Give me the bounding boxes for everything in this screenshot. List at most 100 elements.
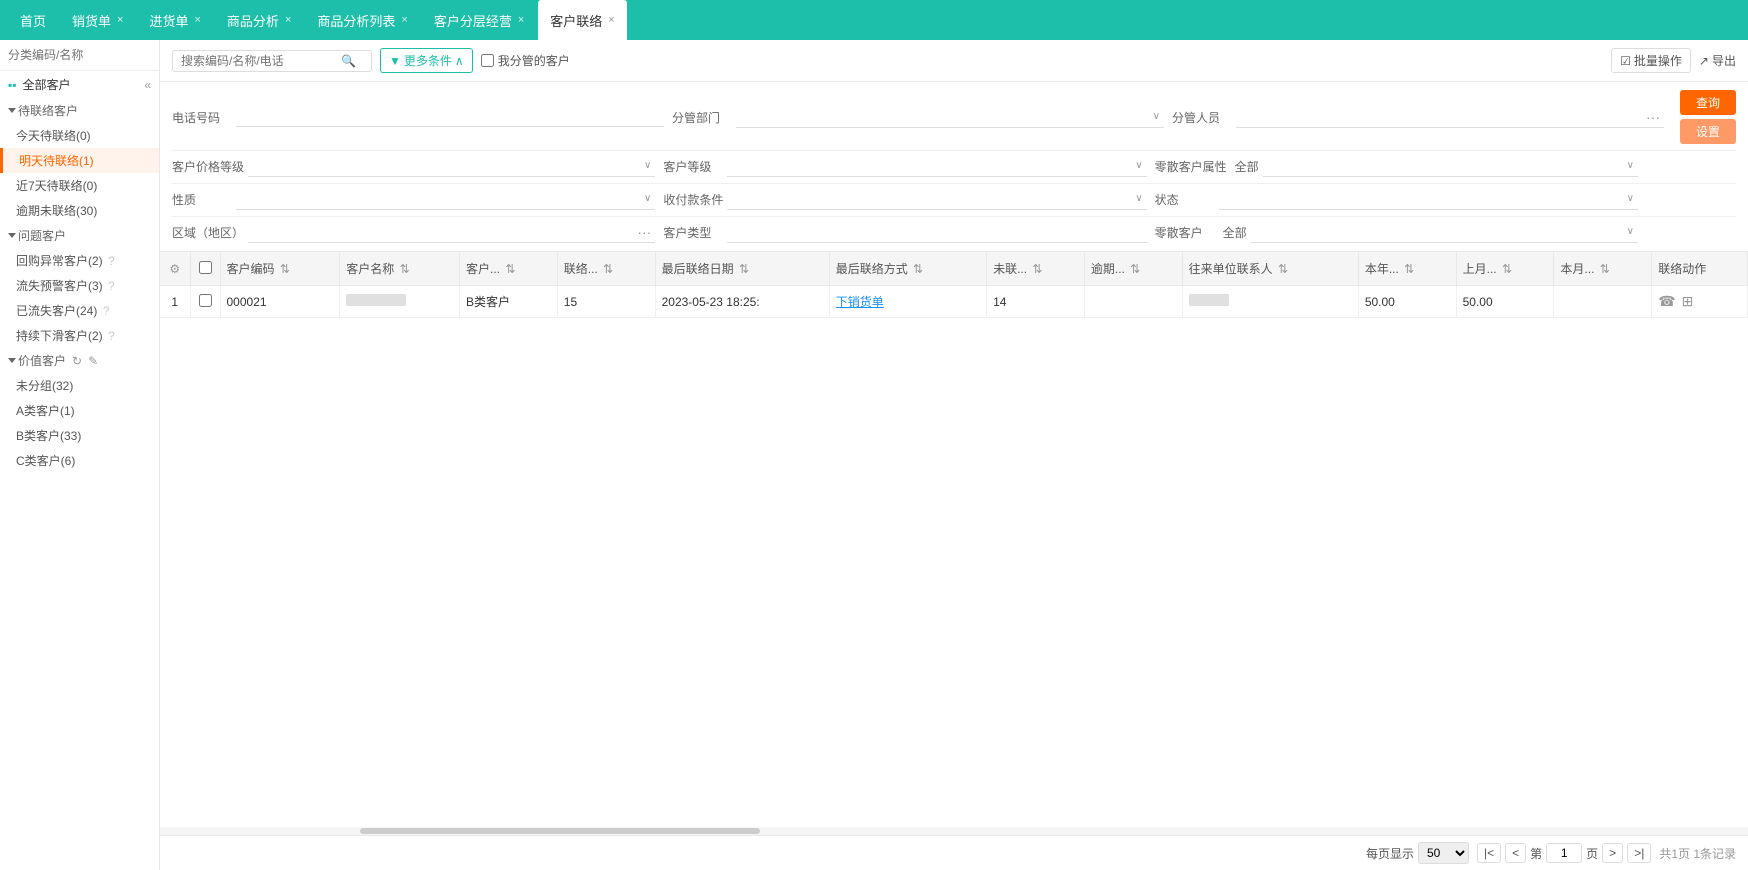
sidebar-group-problem[interactable]: 问题客户 bbox=[0, 223, 159, 248]
query-button[interactable]: 查询 bbox=[1680, 90, 1736, 115]
sidebar-item-tomorrow[interactable]: 明天待联络(1) bbox=[0, 148, 159, 173]
td-customer-type: B类客户 bbox=[460, 286, 558, 318]
sidebar-group-pending[interactable]: 待联络客户 bbox=[0, 98, 159, 123]
nav-customer-contact[interactable]: 客户联络 × bbox=[538, 0, 626, 40]
th-not-contacted[interactable]: 未联... ⇅ bbox=[987, 252, 1085, 286]
close-icon[interactable]: × bbox=[401, 14, 407, 26]
prev-page-button[interactable]: < bbox=[1505, 843, 1526, 863]
close-icon[interactable]: × bbox=[518, 14, 524, 26]
chevron-down-icon: ∨ bbox=[1627, 226, 1634, 237]
th-customer-code[interactable]: 客户编码 ⇅ bbox=[220, 252, 340, 286]
nav-sales-order[interactable]: 销货单 × bbox=[60, 0, 135, 40]
th-overdue[interactable]: 逾期... ⇅ bbox=[1084, 252, 1182, 286]
th-last-month[interactable]: 上月... ⇅ bbox=[1456, 252, 1554, 286]
phone-action-icon[interactable]: ☎ bbox=[1658, 293, 1675, 310]
sort-icon: ⇅ bbox=[1130, 262, 1140, 276]
customer-type-select[interactable] bbox=[727, 221, 1146, 243]
td-checkbox[interactable] bbox=[190, 286, 220, 318]
nav-home[interactable]: 首页 bbox=[8, 0, 58, 40]
gear-icon[interactable]: ⚙ bbox=[169, 262, 180, 276]
row-checkbox[interactable] bbox=[199, 294, 212, 307]
my-customers-check[interactable] bbox=[481, 54, 494, 67]
sidebar-item-class-a[interactable]: A类客户(1) bbox=[0, 398, 159, 423]
th-customer-type[interactable]: 客户... ⇅ bbox=[460, 252, 558, 286]
close-icon[interactable]: × bbox=[117, 14, 123, 26]
sidebar-group-value[interactable]: 价值客户 ↻ ✎ bbox=[0, 348, 159, 373]
more-icon: ··· bbox=[637, 224, 651, 240]
filter-value-level: 客户价格等级 ∨ bbox=[172, 155, 655, 177]
last-method-link[interactable]: 下销货单 bbox=[836, 295, 884, 309]
refresh-icon[interactable]: ↻ bbox=[72, 354, 82, 368]
sort-icon: ⇅ bbox=[505, 262, 515, 276]
nav-purchase-order[interactable]: 进货单 × bbox=[137, 0, 212, 40]
edit-icon[interactable]: ✎ bbox=[88, 354, 98, 368]
filter-retail-customer: 零散客户 全部 ∨ bbox=[1155, 221, 1638, 243]
sidebar-search-input[interactable] bbox=[8, 48, 160, 62]
scrollbar-thumb[interactable] bbox=[360, 828, 760, 834]
chevron-down-icon: ∨ bbox=[1627, 160, 1634, 171]
sidebar-item-churn-warning[interactable]: 流失预警客户(3) ? bbox=[0, 273, 159, 298]
nav-product-analysis[interactable]: 商品分析 × bbox=[215, 0, 303, 40]
page-size-select[interactable]: 50 100 200 bbox=[1418, 842, 1469, 864]
search-input[interactable] bbox=[181, 54, 341, 68]
sidebar-item-repurchase-abnormal[interactable]: 回购异常客户(2) ? bbox=[0, 248, 159, 273]
horizontal-scrollbar[interactable] bbox=[160, 827, 1748, 835]
close-icon[interactable]: × bbox=[285, 14, 291, 26]
sidebar-item-churned[interactable]: 已流失客户(24) ? bbox=[0, 298, 159, 323]
sidebar-item-7days[interactable]: 近7天待联络(0) bbox=[0, 173, 159, 198]
th-last-method[interactable]: 最后联络方式 ⇅ bbox=[829, 252, 986, 286]
th-customer-name[interactable]: 客户名称 ⇅ bbox=[340, 252, 460, 286]
nav-customer-tier[interactable]: 客户分层经营 × bbox=[422, 0, 536, 40]
payment-select[interactable]: ∨ bbox=[727, 188, 1146, 210]
last-page-button[interactable]: >| bbox=[1627, 843, 1651, 863]
sidebar-item-today[interactable]: 今天待联络(0) bbox=[0, 123, 159, 148]
sidebar-item-class-c[interactable]: C类客户(6) bbox=[0, 448, 159, 473]
sidebar-item-overdue[interactable]: 逾期未联络(30) bbox=[0, 198, 159, 223]
sidebar-item-all-customers[interactable]: ▪▪ 全部客户 « bbox=[0, 71, 159, 98]
retail-attr-select[interactable]: ∨ bbox=[1263, 155, 1638, 177]
th-this-year[interactable]: 本年... ⇅ bbox=[1358, 252, 1456, 286]
next-page-button[interactable]: > bbox=[1602, 843, 1623, 863]
status-select[interactable]: ∨ bbox=[1219, 188, 1638, 210]
sort-icon: ⇅ bbox=[280, 262, 290, 276]
filter-customer-type: 客户类型 bbox=[663, 221, 1146, 243]
filter-customer-level: 客户等级 ∨ bbox=[663, 155, 1146, 177]
settings-button[interactable]: 设置 bbox=[1680, 119, 1736, 144]
value-level-select[interactable]: ∨ bbox=[248, 155, 655, 177]
region-select[interactable]: ··· bbox=[248, 221, 655, 243]
batch-operation-button[interactable]: ☑ 批量操作 bbox=[1611, 48, 1691, 73]
filter-person: 分管人员 ··· bbox=[1172, 106, 1664, 128]
main-content: 🔍 ▼ 更多条件 ∧ 我分管的客户 ☑ 批量操作 ↗ 导出 bbox=[160, 40, 1748, 870]
sort-icon: ⇅ bbox=[1404, 262, 1414, 276]
td-last-month: 50.00 bbox=[1456, 286, 1554, 318]
search-icon[interactable]: 🔍 bbox=[341, 54, 356, 68]
sidebar-item-declining[interactable]: 持续下滑客户(2) ? bbox=[0, 323, 159, 348]
page-input[interactable] bbox=[1546, 843, 1582, 863]
th-contact-count[interactable]: 联络... ⇅ bbox=[557, 252, 655, 286]
dept-select[interactable]: ∨ bbox=[736, 106, 1164, 128]
sort-icon: ⇅ bbox=[1600, 262, 1610, 276]
first-page-button[interactable]: |< bbox=[1477, 843, 1501, 863]
retail-customer-select[interactable]: ∨ bbox=[1251, 221, 1638, 243]
customer-level-select[interactable]: ∨ bbox=[727, 155, 1146, 177]
th-contact-person[interactable]: 往来单位联系人 ⇅ bbox=[1182, 252, 1358, 286]
td-this-year: 50.00 bbox=[1358, 286, 1456, 318]
export-button[interactable]: ↗ 导出 bbox=[1699, 52, 1736, 69]
select-all-checkbox[interactable] bbox=[199, 261, 212, 274]
sidebar-item-ungrouped[interactable]: 未分组(32) bbox=[0, 373, 159, 398]
grid-action-icon[interactable]: ⊞ bbox=[1682, 293, 1694, 310]
phone-input[interactable] bbox=[236, 108, 664, 127]
nav-product-analysis-list[interactable]: 商品分析列表 × bbox=[305, 0, 419, 40]
th-this-month[interactable]: 本月... ⇅ bbox=[1554, 252, 1652, 286]
person-select[interactable]: ··· bbox=[1236, 106, 1664, 128]
close-icon[interactable]: × bbox=[608, 14, 614, 26]
gender-select[interactable]: ∨ bbox=[236, 188, 655, 210]
pagination: |< < 第 页 > >| bbox=[1477, 843, 1651, 863]
table-row: 1 000021 B类客户 15 2023-05-23 18:25: 下销货单 bbox=[160, 286, 1748, 318]
sidebar-item-class-b[interactable]: B类客户(33) bbox=[0, 423, 159, 448]
close-icon[interactable]: × bbox=[194, 14, 200, 26]
more-filter-button[interactable]: ▼ 更多条件 ∧ bbox=[380, 48, 473, 73]
collapse-icon[interactable]: « bbox=[144, 78, 151, 92]
th-last-date[interactable]: 最后联络日期 ⇅ bbox=[655, 252, 829, 286]
my-customers-checkbox[interactable]: 我分管的客户 bbox=[481, 52, 570, 69]
